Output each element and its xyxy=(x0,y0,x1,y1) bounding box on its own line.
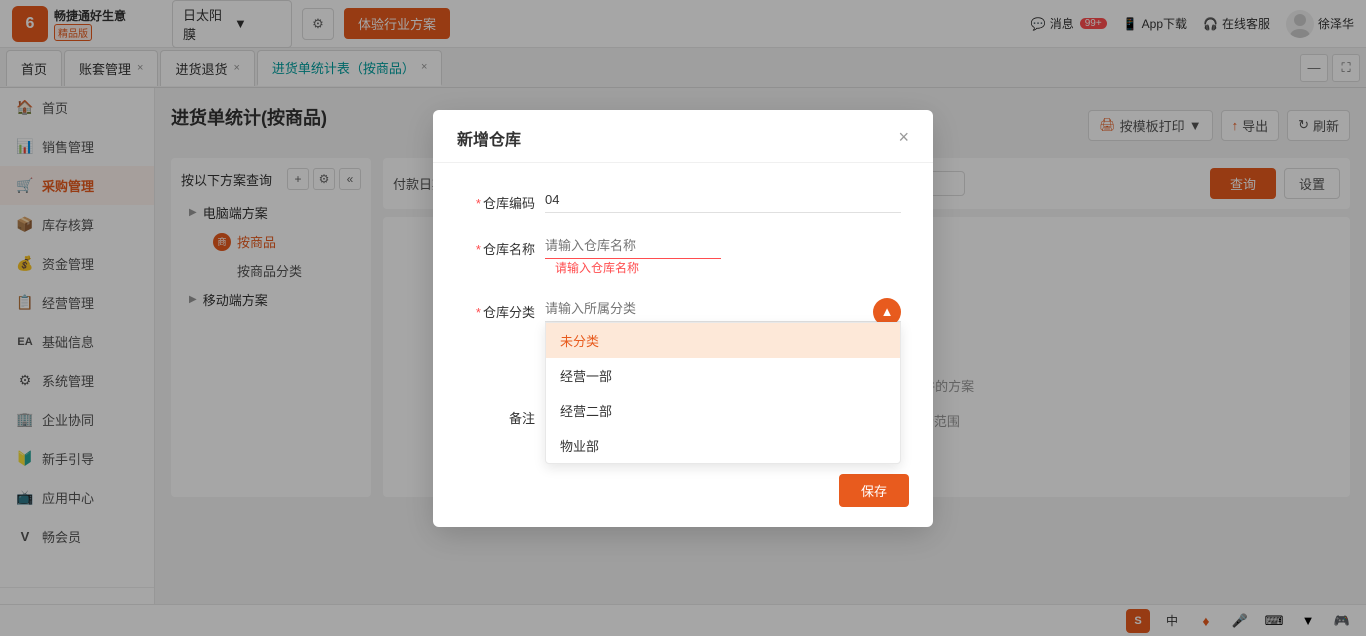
modal-overlay: 新增仓库 × *仓库编码 *仓库名称 xyxy=(0,0,1366,636)
modal-footer: 保存 xyxy=(433,464,933,527)
category-input[interactable] xyxy=(545,296,901,322)
form-row-category: *仓库分类 ▲ 未分类 经营一部 经营二部 物业部 xyxy=(465,296,901,322)
modal-title: 新增仓库 xyxy=(457,126,521,150)
name-error-msg: 请输入仓库名称 xyxy=(555,261,639,275)
form-row-name: *仓库名称 请输入仓库名称 xyxy=(465,233,901,276)
code-input[interactable] xyxy=(545,187,901,213)
add-warehouse-modal: 新增仓库 × *仓库编码 *仓库名称 xyxy=(433,110,933,527)
save-button[interactable]: 保存 xyxy=(839,474,909,507)
code-label: *仓库编码 xyxy=(465,187,545,212)
category-select-wrap: ▲ 未分类 经营一部 经营二部 物业部 xyxy=(545,296,901,322)
modal-body: *仓库编码 *仓库名称 请输入仓库名称 xyxy=(433,163,933,464)
name-field-wrap xyxy=(545,233,721,259)
dropdown-item-2[interactable]: 经营二部 xyxy=(546,393,900,428)
dropdown-item-0[interactable]: 未分类 xyxy=(546,323,900,358)
modal-header: 新增仓库 × xyxy=(433,110,933,163)
category-label: *仓库分类 xyxy=(465,296,545,321)
modal-close-button[interactable]: × xyxy=(898,127,909,148)
name-label: *仓库名称 xyxy=(465,233,545,258)
dropdown-item-3[interactable]: 物业部 xyxy=(546,428,900,463)
note-label: 备注 xyxy=(465,402,545,427)
form-row-code: *仓库编码 xyxy=(465,187,901,213)
category-dropdown-list: 未分类 经营一部 经营二部 物业部 xyxy=(545,322,901,464)
name-input[interactable] xyxy=(545,233,721,259)
dropdown-item-1[interactable]: 经营一部 xyxy=(546,358,900,393)
chevron-up-icon: ▲ xyxy=(881,304,894,319)
